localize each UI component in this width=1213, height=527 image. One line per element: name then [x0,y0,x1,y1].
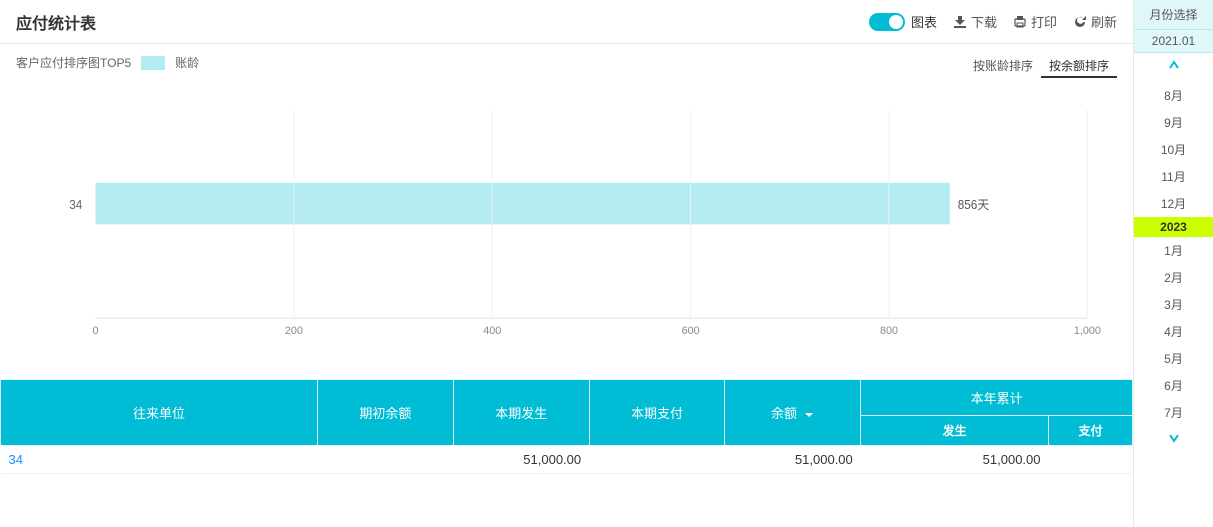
sidebar-month-item[interactable]: 7月 [1134,399,1213,426]
chevron-up-icon [1166,57,1182,73]
sidebar-month-item[interactable]: 6月 [1134,372,1213,399]
download-button[interactable]: 下载 [953,12,997,31]
chart-toggle[interactable]: 图表 [869,12,937,31]
chart-legend-row: 客户应付排序图TOP5 账龄 按账龄排序 按余额排序 [16,54,1117,79]
svg-text:400: 400 [483,325,501,337]
col-unit-header: 往来单位 [1,380,318,446]
sidebar: 月份选择 2021.01 8月9月10月11月12月20231月2月3月4月5月… [1133,0,1213,527]
sidebar-month-item[interactable]: 1月 [1134,237,1213,264]
col-balance-header: 余额 [725,380,861,446]
print-icon [1013,15,1027,29]
table-cell: 51,000.00 [453,446,589,474]
table-cell [1049,446,1133,474]
svg-text:0: 0 [92,325,98,337]
table-cell: 51,000.00 [861,446,1049,474]
sidebar-down-btn[interactable] [1134,426,1213,455]
chart-label: 图表 [911,12,937,31]
col-opening-header: 期初余额 [317,380,453,446]
table-row: 3451,000.0051,000.0051,000.00 [1,446,1133,474]
sidebar-year-value: 2021.01 [1134,30,1213,53]
table-body: 3451,000.0051,000.0051,000.00 [1,446,1133,474]
header-actions: 图表 下载 打印 [869,12,1117,31]
toggle-thumb [889,15,903,29]
svg-text:800: 800 [880,325,898,337]
page-title: 应付统计表 [16,10,96,34]
table-section: 往来单位 期初余额 本期发生 本期支付 余额 本年累计 发生 [0,379,1133,527]
sidebar-months: 8月9月10月11月12月20231月2月3月4月5月6月7月 [1134,82,1213,426]
sidebar-year-label: 2023 [1134,217,1213,237]
toggle-track[interactable] [869,13,905,31]
sidebar-month-item[interactable]: 11月 [1134,163,1213,190]
refresh-button[interactable]: 刷新 [1073,12,1117,31]
table-cell [317,446,453,474]
chart-container: 34 856天 0 200 400 600 800 1,000 [16,79,1117,369]
sort-by-amount-btn[interactable]: 按账龄排序 [965,55,1041,78]
sidebar-month-item[interactable]: 3月 [1134,291,1213,318]
sidebar-month-item[interactable]: 4月 [1134,318,1213,345]
sidebar-up-btn[interactable] [1134,53,1213,82]
sidebar-month-item[interactable]: 8月 [1134,82,1213,109]
svg-text:34: 34 [69,197,82,211]
unit-link[interactable]: 34 [9,452,23,467]
chart-section: 客户应付排序图TOP5 账龄 按账龄排序 按余额排序 34 856天 [0,44,1133,379]
download-icon [953,15,967,29]
balance-sort-icon [803,409,815,421]
legend-title: 客户应付排序图TOP5 [16,54,131,71]
table-header-row: 往来单位 期初余额 本期发生 本期支付 余额 本年累计 [1,380,1133,416]
svg-text:1,000: 1,000 [1074,325,1101,337]
refresh-label: 刷新 [1091,12,1117,31]
sidebar-month-item[interactable]: 10月 [1134,136,1213,163]
chevron-down-icon [1166,430,1182,446]
col-ytd-payment-header: 支付 [1049,416,1133,446]
sidebar-month-item[interactable]: 9月 [1134,109,1213,136]
sidebar-month-item[interactable]: 5月 [1134,345,1213,372]
sidebar-header: 月份选择 [1134,0,1213,30]
chart-legend: 客户应付排序图TOP5 账龄 [16,54,199,71]
svg-text:600: 600 [682,325,700,337]
svg-text:200: 200 [285,325,303,337]
sidebar-month-item[interactable]: 2月 [1134,264,1213,291]
data-table: 往来单位 期初余额 本期发生 本期支付 余额 本年累计 发生 [0,379,1133,474]
legend-box-label: 账龄 [175,54,199,71]
download-label: 下载 [971,12,997,31]
table-cell [589,446,725,474]
col-payment-header: 本期支付 [589,380,725,446]
col-ytd-header: 本年累计 [861,380,1133,416]
svg-text:856天: 856天 [958,197,989,211]
print-button[interactable]: 打印 [1013,12,1057,31]
legend-box [141,56,165,70]
print-label: 打印 [1031,12,1057,31]
col-ytd-occurred-header: 发生 [861,416,1049,446]
table-cell: 51,000.00 [725,446,861,474]
col-occurred-header: 本期发生 [453,380,589,446]
sort-by-balance-btn[interactable]: 按余额排序 [1041,55,1117,78]
table-cell[interactable]: 34 [1,446,318,474]
chart-controls: 按账龄排序 按余额排序 [965,55,1117,78]
refresh-icon [1073,15,1087,29]
sidebar-month-item[interactable]: 12月 [1134,190,1213,217]
chart-svg: 34 856天 0 200 400 600 800 1,000 [66,89,1107,339]
